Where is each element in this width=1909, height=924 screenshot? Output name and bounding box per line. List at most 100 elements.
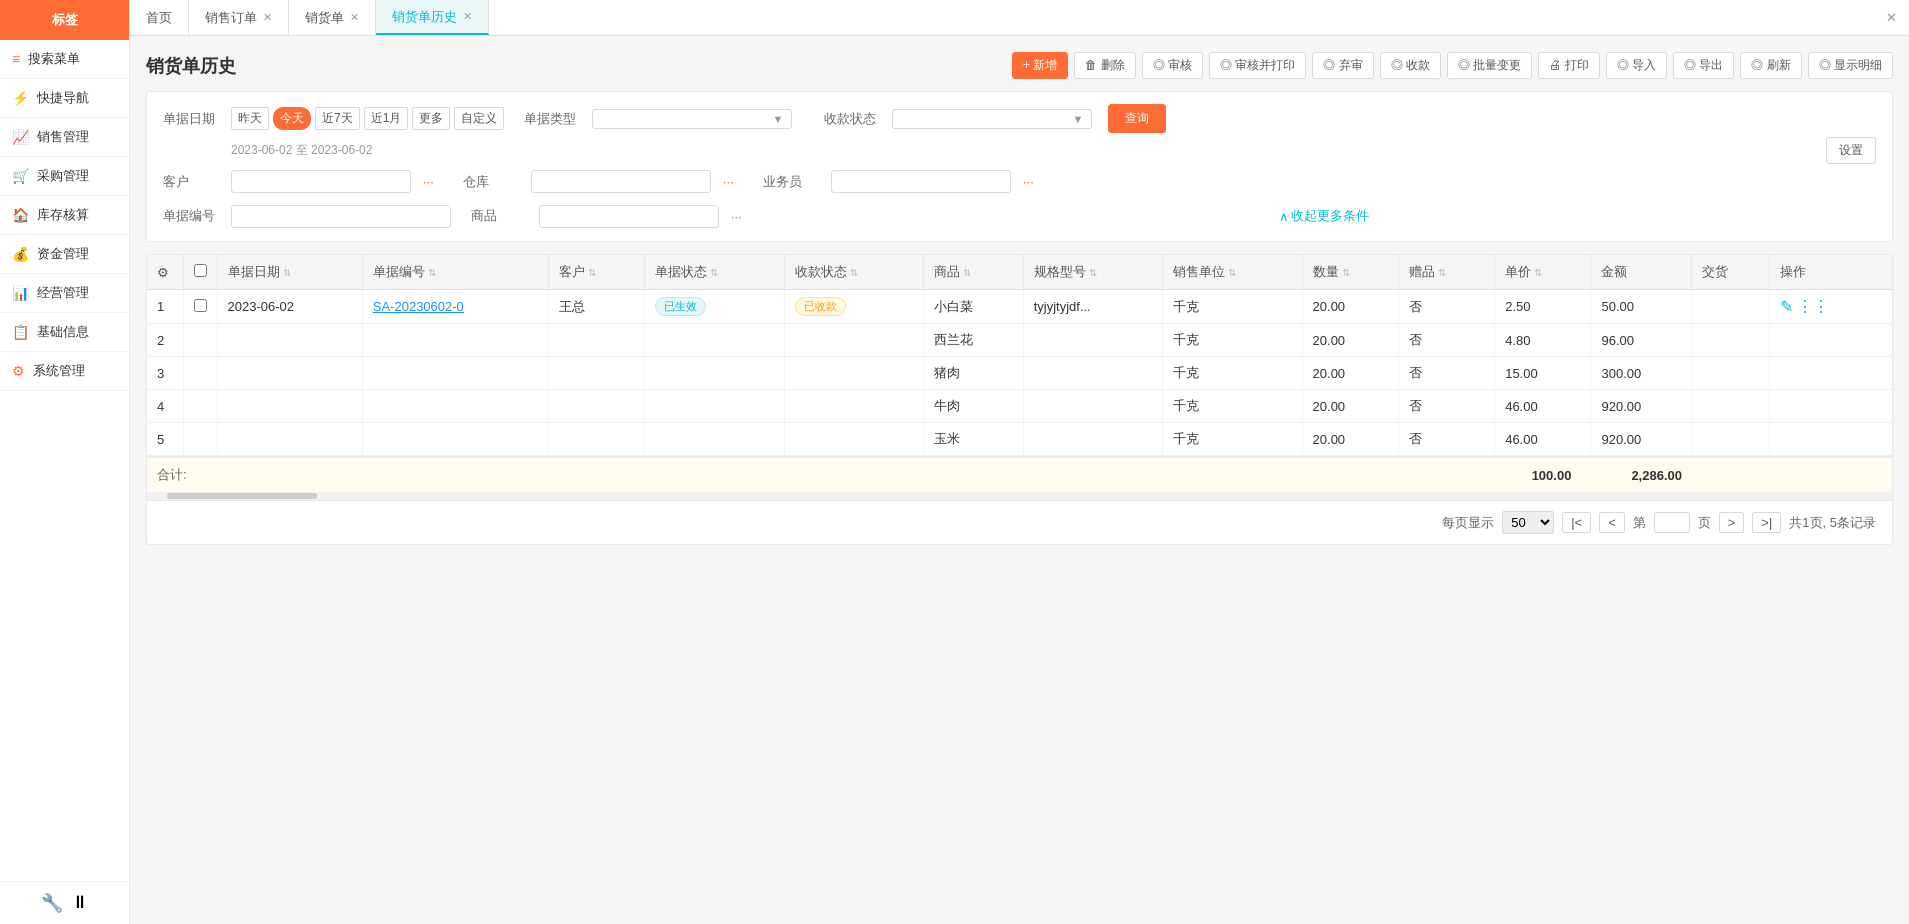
th-price[interactable]: 单价⇅: [1495, 255, 1591, 290]
goods-ellipsis[interactable]: ···: [727, 207, 746, 226]
show-detail-button[interactable]: ◎ 显示明细: [1808, 52, 1893, 79]
import-button[interactable]: ◎ 导入: [1606, 52, 1667, 79]
salesperson-ellipsis[interactable]: ···: [1019, 172, 1038, 191]
doc-no-input[interactable]: [231, 205, 451, 228]
batch-change-button[interactable]: ◎ 批量变更: [1447, 52, 1532, 79]
cell-checkbox: [183, 423, 217, 456]
warehouse-input[interactable]: [531, 170, 711, 193]
sort-icon: ⇅: [963, 267, 971, 278]
cell-trade: [1692, 390, 1770, 423]
page-number-input[interactable]: 1: [1654, 512, 1690, 533]
tab-sales-history-close[interactable]: ✕: [463, 10, 472, 23]
date-btn-more[interactable]: 更多: [412, 107, 450, 130]
tab-close-all[interactable]: ✕: [1874, 10, 1909, 25]
edit-action[interactable]: ✎: [1780, 298, 1793, 315]
last-page-button[interactable]: >|: [1752, 512, 1781, 533]
sidebar-item-system[interactable]: ⚙ 系统管理: [0, 352, 129, 391]
collect-button[interactable]: ◎ 收款: [1380, 52, 1441, 79]
goods-input[interactable]: [539, 205, 719, 228]
cell-trade: [1692, 423, 1770, 456]
sort-icon: ⇅: [1089, 267, 1097, 278]
sidebar-item-search-menu[interactable]: ≡ 搜索菜单: [0, 40, 129, 79]
date-btn-today[interactable]: 今天: [273, 107, 311, 130]
salesperson-input[interactable]: [831, 170, 1011, 193]
settings-icon[interactable]: 🔧: [41, 892, 63, 914]
table-row: 1 2023-06-02 SA-20230602-0 王总 已生效 已收款 小白…: [147, 290, 1892, 324]
tab-sales-goods-close[interactable]: ✕: [350, 11, 359, 24]
th-qty[interactable]: 数量⇅: [1302, 255, 1398, 290]
collapse-button[interactable]: ∧ 收起更多条件: [1275, 203, 1373, 229]
select-all-checkbox[interactable]: [194, 264, 207, 277]
cell-gift: 否: [1398, 357, 1494, 390]
operations-icon: 📊: [12, 285, 29, 301]
customer-input[interactable]: [231, 170, 411, 193]
sidebar-item-label: 搜索菜单: [28, 50, 80, 68]
cell-price: 4.80: [1495, 324, 1591, 357]
delete-button[interactable]: 🗑 删除: [1074, 52, 1135, 79]
warehouse-ellipsis[interactable]: ···: [719, 172, 738, 191]
date-buttons: 昨天 今天 近7天 近1月 更多 自定义: [231, 107, 504, 130]
prev-page-button[interactable]: <: [1599, 512, 1625, 533]
sidebar-item-finance[interactable]: 💰 资金管理: [0, 235, 129, 274]
more-action[interactable]: ⋮⋮: [1797, 298, 1829, 315]
cell-customer: 王总: [548, 290, 644, 324]
filter-group-customer: 客户 ···: [163, 170, 443, 193]
th-gift[interactable]: 赠品⇅: [1398, 255, 1494, 290]
approve-print-button[interactable]: ◎ 审核并打印: [1209, 52, 1306, 79]
sort-icon: ⇅: [1438, 267, 1446, 278]
cell-date: [217, 390, 362, 423]
sidebar-item-label: 经营管理: [37, 284, 89, 302]
cell-amount: 50.00: [1591, 290, 1692, 324]
tab-sales-goods[interactable]: 销货单 ✕: [289, 0, 376, 35]
th-customer[interactable]: 客户⇅: [548, 255, 644, 290]
tab-sales-order-close[interactable]: ✕: [263, 11, 272, 24]
sidebar-item-quick-nav[interactable]: ⚡ 快捷导航: [0, 79, 129, 118]
first-page-button[interactable]: |<: [1562, 512, 1591, 533]
print-button[interactable]: 🖨 打印: [1538, 52, 1599, 79]
tab-sales-history[interactable]: 销货单历史 ✕: [376, 0, 489, 35]
cell-goods: 牛肉: [924, 390, 1024, 423]
th-settings[interactable]: ⚙: [147, 255, 183, 290]
date-btn-yesterday[interactable]: 昨天: [231, 107, 269, 130]
new-button[interactable]: + 新增: [1012, 52, 1068, 79]
cell-qty: 20.00: [1302, 390, 1398, 423]
sidebar-item-sales[interactable]: 📈 销售管理: [0, 118, 129, 157]
doc-no-link[interactable]: SA-20230602-0: [373, 299, 464, 314]
refresh-button[interactable]: ◎ 刷新: [1740, 52, 1801, 79]
abandon-button[interactable]: ◎ 弃审: [1312, 52, 1373, 79]
query-button[interactable]: 查询: [1108, 104, 1166, 133]
row-checkbox[interactable]: [194, 299, 207, 312]
next-page-button[interactable]: >: [1719, 512, 1745, 533]
filter-group-date: 单据日期 昨天 今天 近7天 近1月 更多 自定义: [163, 107, 504, 130]
date-btn-7days[interactable]: 近7天: [315, 107, 360, 130]
filter-row-2: 客户 ··· 仓库 ··· 业务员 ···: [163, 170, 1876, 193]
doc-type-select[interactable]: ▼: [592, 109, 792, 129]
tab-home[interactable]: 首页: [130, 0, 189, 35]
pause-icon[interactable]: ⏸: [71, 892, 89, 914]
th-goods[interactable]: 商品⇅: [924, 255, 1024, 290]
sidebar-item-operations[interactable]: 📊 经营管理: [0, 274, 129, 313]
th-spec[interactable]: 规格型号⇅: [1023, 255, 1162, 290]
export-button[interactable]: ◎ 导出: [1673, 52, 1734, 79]
approve-button[interactable]: ◎ 审核: [1142, 52, 1203, 79]
sidebar-item-purchase[interactable]: 🛒 采购管理: [0, 157, 129, 196]
date-btn-custom[interactable]: 自定义: [454, 107, 504, 130]
th-unit[interactable]: 销售单位⇅: [1163, 255, 1302, 290]
filter-group-collect-status: 收款状态 ▼ 查询: [824, 104, 1166, 133]
cell-qty: 20.00: [1302, 290, 1398, 324]
tab-sales-order[interactable]: 销售订单 ✕: [189, 0, 289, 35]
date-btn-1month[interactable]: 近1月: [364, 107, 409, 130]
collect-status-select[interactable]: ▼: [892, 109, 1092, 129]
customer-ellipsis[interactable]: ···: [419, 172, 438, 191]
settings-button[interactable]: 设置: [1826, 137, 1876, 164]
per-page-select[interactable]: 50 100 200: [1502, 511, 1554, 534]
th-collect-status[interactable]: 收款状态⇅: [784, 255, 923, 290]
th-doc-status[interactable]: 单据状态⇅: [645, 255, 784, 290]
cell-amount: 300.00: [1591, 357, 1692, 390]
horizontal-scrollbar[interactable]: [167, 493, 317, 499]
sidebar-item-basic-info[interactable]: 📋 基础信息: [0, 313, 129, 352]
th-date[interactable]: 单据日期⇅: [217, 255, 362, 290]
sidebar-item-inventory[interactable]: 🏠 库存核算: [0, 196, 129, 235]
inventory-icon: 🏠: [12, 207, 29, 223]
th-doc-no[interactable]: 单据编号⇅: [362, 255, 548, 290]
